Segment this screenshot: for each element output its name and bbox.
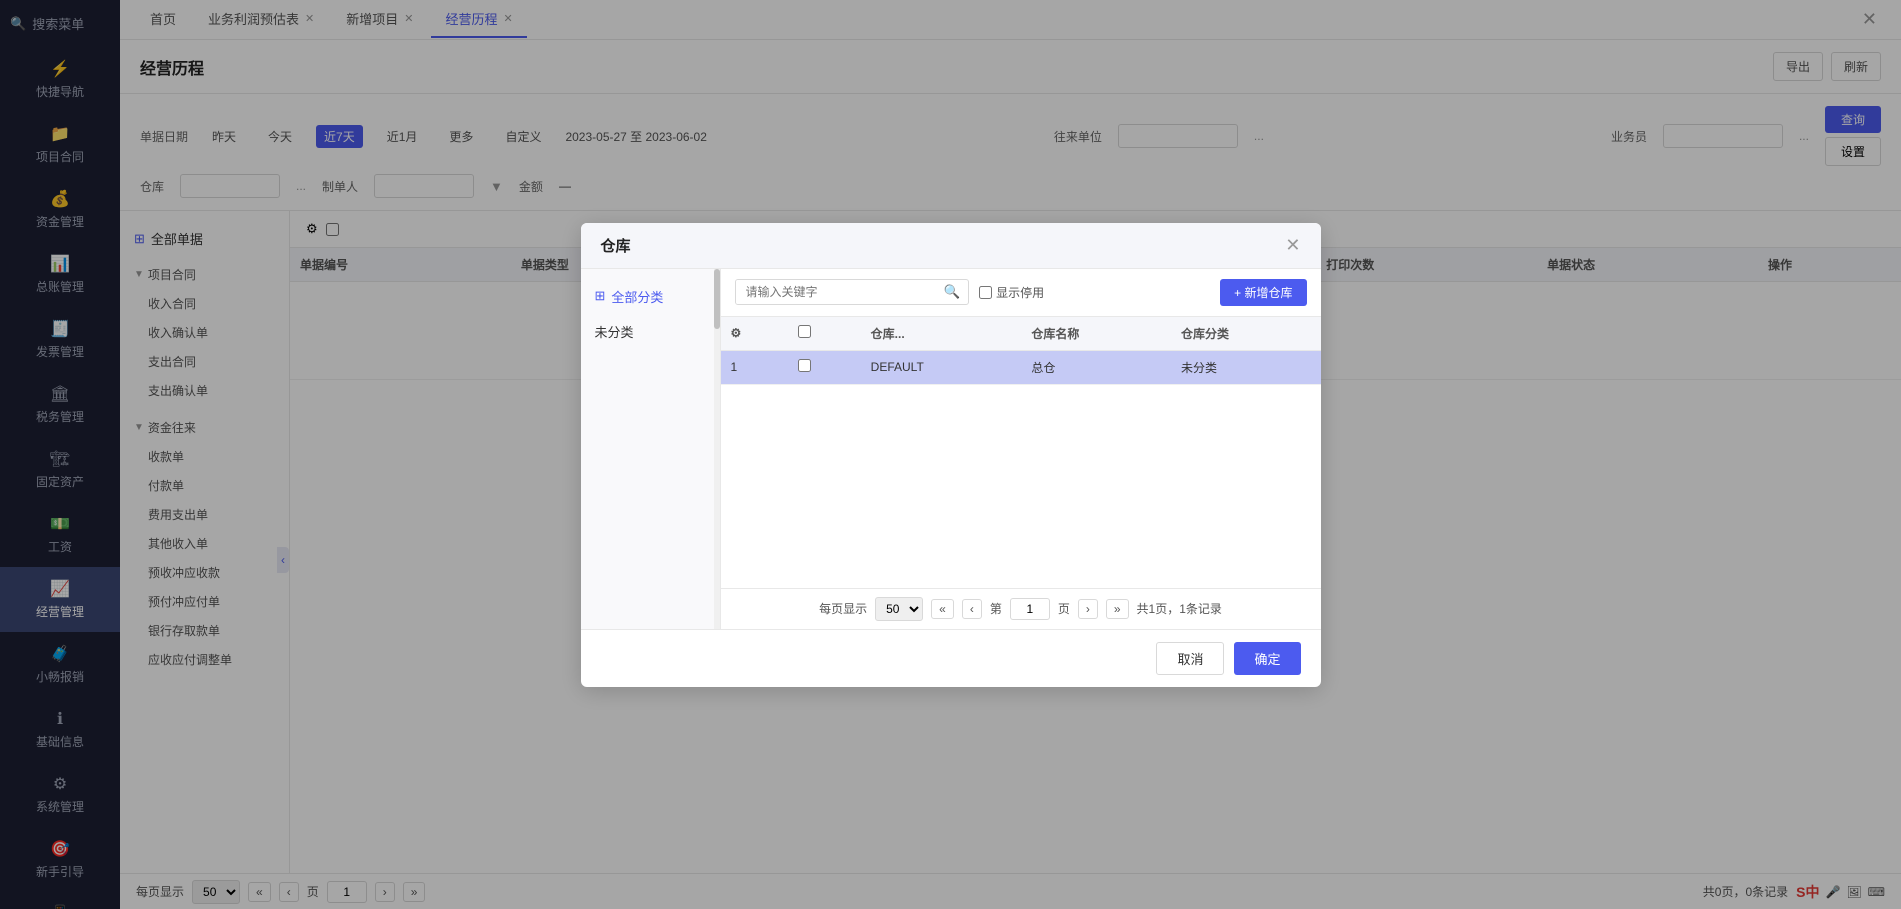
col-gear: ⚙ (721, 317, 789, 351)
modal-search-button[interactable]: 🔍 (936, 280, 969, 304)
show-disabled-label[interactable]: 显示停用 (979, 284, 1044, 301)
warehouse-modal: 仓库 ✕ ⊞ 全部分类 未分类 (581, 223, 1321, 687)
all-category-label: 全部分类 (611, 287, 663, 306)
confirm-button[interactable]: 确定 (1234, 642, 1300, 675)
modal-left-panel: ⊞ 全部分类 未分类 (581, 269, 721, 629)
modal-overlay: 仓库 ✕ ⊞ 全部分类 未分类 (0, 0, 1901, 909)
page-label-2: 页 (1058, 600, 1070, 617)
modal-left-unclassified[interactable]: 未分类 (581, 314, 720, 349)
modal-table-wrap: ⚙ 仓库... 仓库名称 仓库分类 1 DEFAULT (721, 317, 1321, 588)
scrollbar-thumb (714, 269, 720, 329)
col-warehouse-code: 仓库... (861, 317, 1022, 351)
modal-right-panel: 🔍 显示停用 + 新增仓库 ⚙ (721, 269, 1321, 629)
modal-toolbar: 🔍 显示停用 + 新增仓库 (721, 269, 1321, 317)
modal-pagination: 每页显示 50 « ‹ 第 页 › » 共1页，1条记录 (721, 588, 1321, 629)
modal-header: 仓库 ✕ (581, 223, 1321, 269)
col-checkbox (788, 317, 861, 351)
show-disabled-text: 显示停用 (996, 284, 1044, 301)
modal-search-wrap: 🔍 (735, 279, 970, 305)
table-row[interactable]: 1 DEFAULT 总仓 未分类 (721, 350, 1321, 384)
modal-footer: 取消 确定 (581, 629, 1321, 687)
col-warehouse-name: 仓库名称 (1021, 317, 1171, 351)
next-page-button[interactable]: › (1078, 599, 1098, 619)
prev-page-button[interactable]: ‹ (962, 599, 982, 619)
cancel-button[interactable]: 取消 (1156, 642, 1224, 675)
modal-title: 仓库 (601, 235, 631, 256)
row-name: 总仓 (1021, 350, 1171, 384)
show-disabled-checkbox[interactable] (979, 286, 992, 299)
row-code: DEFAULT (861, 350, 1022, 384)
page-size-label: 每页显示 (819, 600, 867, 617)
col-select-all[interactable] (798, 325, 811, 338)
modal-close-button[interactable]: ✕ (1285, 235, 1300, 256)
page-label: 第 (990, 600, 1002, 617)
row-checkbox[interactable] (788, 350, 861, 384)
first-page-button[interactable]: « (931, 599, 954, 619)
grid-icon-modal: ⊞ (595, 288, 606, 304)
total-info: 共1页，1条记录 (1137, 600, 1222, 617)
modal-left-header: ⊞ 全部分类 (581, 279, 720, 314)
modal-left-scrollbar[interactable] (714, 269, 720, 629)
last-page-button[interactable]: » (1106, 599, 1129, 619)
modal-search-input[interactable] (736, 280, 936, 304)
modal-body: ⊞ 全部分类 未分类 🔍 (581, 269, 1321, 629)
row-category: 未分类 (1171, 350, 1321, 384)
modal-warehouse-table: ⚙ 仓库... 仓库名称 仓库分类 1 DEFAULT (721, 317, 1321, 385)
add-warehouse-button[interactable]: + 新增仓库 (1220, 279, 1306, 306)
row-seq: 1 (721, 350, 789, 384)
page-number-input[interactable] (1010, 598, 1050, 620)
col-warehouse-category: 仓库分类 (1171, 317, 1321, 351)
page-size-select[interactable]: 50 (875, 597, 923, 621)
unclassified-label: 未分类 (595, 325, 634, 340)
